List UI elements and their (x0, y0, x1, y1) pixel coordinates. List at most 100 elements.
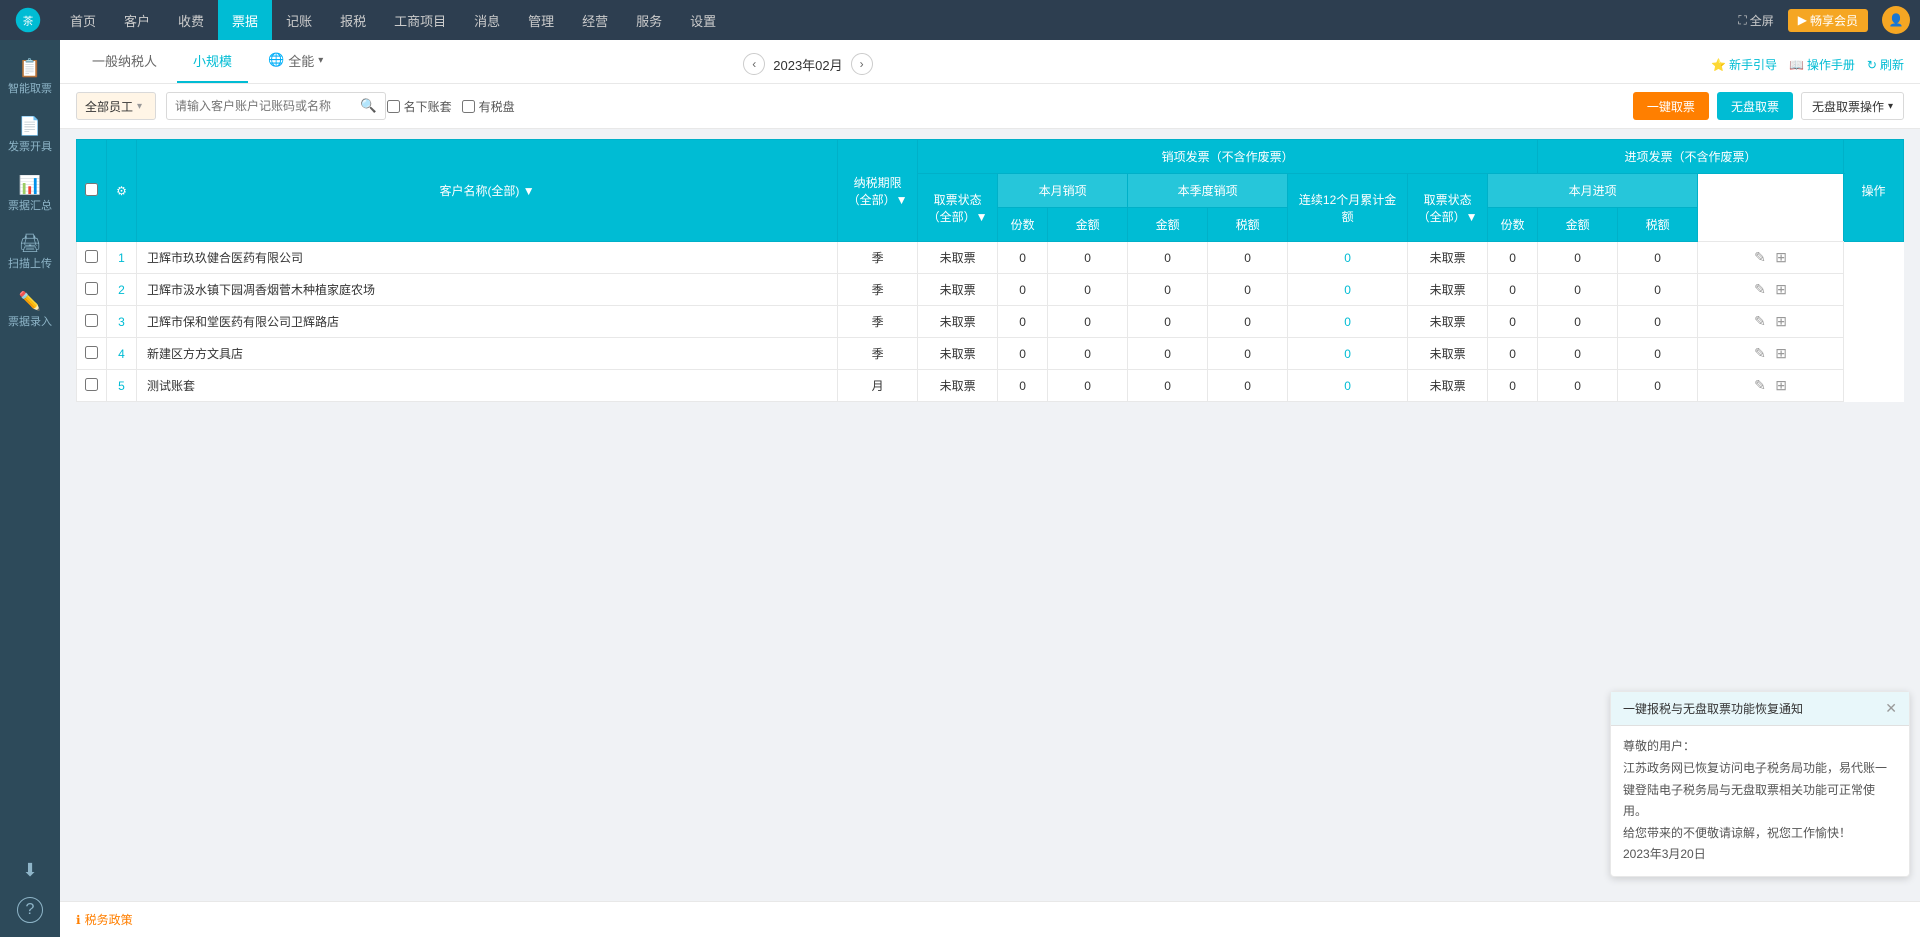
vip-btn[interactable]: ▶ 畅享会员 (1788, 9, 1868, 32)
settings-icon[interactable]: ⚙ (116, 184, 127, 198)
row-fetch-status2: 未取票 (1408, 306, 1488, 338)
notification-close-btn[interactable]: ✕ (1885, 700, 1897, 717)
tax-policy-link[interactable]: 税务政策 (85, 911, 133, 928)
no-disk-fetch-btn[interactable]: 无盘取票 (1717, 92, 1793, 120)
nav-item-operations[interactable]: 经营 (568, 0, 622, 40)
th-season-amount: 金额 (1128, 208, 1208, 242)
nav-item-home[interactable]: 首页 (56, 0, 110, 40)
th-this-month: 本月销项 (998, 174, 1128, 208)
no-disk-ops-btn[interactable]: 无盘取票操作 ▾ (1801, 92, 1904, 120)
row-customer: 测试账套 (137, 370, 838, 402)
detail-icon[interactable]: ⊞ (1775, 377, 1787, 393)
detail-icon[interactable]: ⊞ (1775, 281, 1787, 297)
chevron-down-icon: ▾ (318, 55, 323, 66)
row-checkbox[interactable] (77, 370, 107, 402)
sidebar-item-help[interactable]: ? (17, 897, 43, 923)
row-fetch-status: 未取票 (918, 242, 998, 274)
sidebar-item-smart-fetch[interactable]: 📋 智能取票 (2, 50, 58, 104)
th-this-season: 本季度销项 (1128, 174, 1288, 208)
nav-item-settings[interactable]: 设置 (676, 0, 730, 40)
th-amount3: 金额 (1538, 208, 1618, 242)
row-checkbox[interactable] (77, 306, 107, 338)
date-display: 2023年02月 (773, 55, 842, 74)
row-tax3: 0 (1618, 274, 1698, 306)
row-customer: 新建区方方文具店 (137, 338, 838, 370)
row-checkbox[interactable] (77, 274, 107, 306)
th-copies: 份数 (998, 208, 1048, 242)
row-fetch-status2: 未取票 (1408, 242, 1488, 274)
nav-right: ⛶ 全屏 ▶ 畅享会员 👤 (1738, 6, 1910, 34)
edit-icon[interactable]: ✎ (1754, 377, 1766, 393)
next-month-btn[interactable]: › (851, 53, 873, 75)
new-guide-btn[interactable]: ⭐ 新手引导 (1711, 56, 1777, 73)
detail-icon[interactable]: ⊞ (1775, 345, 1787, 361)
sub-tab-right-actions: ⭐ 新手引导 📖 操作手册 ↻ 刷新 (1711, 56, 1904, 83)
row-checkbox[interactable] (77, 242, 107, 274)
has-tax-check[interactable] (462, 100, 475, 113)
bottom-bar: ℹ 税务政策 (60, 901, 1920, 937)
notification-panel: 一键报税与无盘取票功能恢复通知 ✕ 尊敬的用户：江苏政务网已恢复访问电子税务局功… (1610, 691, 1910, 877)
sidebar-item-issue[interactable]: 📄 发票开具 (2, 108, 58, 162)
refresh-btn[interactable]: ↻ 刷新 (1867, 56, 1904, 73)
chevron-icon: ▾ (137, 101, 142, 112)
one-click-fetch-btn[interactable]: 一键取票 (1633, 92, 1709, 120)
logo[interactable]: 茶 (10, 2, 46, 38)
nav-item-customer[interactable]: 客户 (110, 0, 164, 40)
edit-icon[interactable]: ✎ (1754, 313, 1766, 329)
guide-icon: ⭐ (1711, 58, 1726, 72)
all-tab-icon: 🌐 (268, 52, 284, 68)
smart-fetch-label: 智能取票 (8, 82, 52, 96)
th-customer: 客户名称(全部) ▼ (137, 140, 838, 242)
vip-label: 畅享会员 (1810, 12, 1858, 29)
nav-item-message[interactable]: 消息 (460, 0, 514, 40)
sidebar-item-download[interactable]: ⬇ (2, 852, 58, 889)
edit-icon[interactable]: ✎ (1754, 249, 1766, 265)
sidebar-item-summary[interactable]: 📊 票据汇总 (2, 167, 58, 221)
row-no: 2 (107, 274, 137, 306)
search-button[interactable]: 🔍 (360, 98, 377, 114)
employee-select[interactable]: 全部员工 ▾ (76, 92, 156, 120)
scan-icon: 🖨 (19, 233, 42, 254)
row-cumulative: 0 (1288, 242, 1408, 274)
nav-item-invoice[interactable]: 票据 (218, 0, 272, 40)
nav-item-accounting[interactable]: 记账 (272, 0, 326, 40)
detail-icon[interactable]: ⊞ (1775, 249, 1787, 265)
dropdown-icon: ▾ (1888, 101, 1893, 112)
has-tax-checkbox[interactable]: 有税盘 (462, 98, 515, 115)
sidebar-item-entry[interactable]: ✏️ 票据录入 (2, 283, 58, 337)
prev-month-btn[interactable]: ‹ (743, 53, 765, 75)
th-this-month-purchase: 本月进项 (1488, 174, 1698, 208)
row-actions: ✎ ⊞ (1698, 242, 1844, 274)
own-account-checkbox[interactable]: 名下账套 (387, 98, 452, 115)
th-season-tax: 税额 (1208, 208, 1288, 242)
nav-item-business[interactable]: 工商项目 (380, 0, 460, 40)
nav-item-service[interactable]: 服务 (622, 0, 676, 40)
detail-icon[interactable]: ⊞ (1775, 313, 1787, 329)
edit-icon[interactable]: ✎ (1754, 281, 1766, 297)
sidebar-item-scan[interactable]: 🖨 扫描上传 (2, 225, 58, 279)
row-season-amount: 0 (1128, 306, 1208, 338)
own-account-check[interactable] (387, 100, 400, 113)
search-input[interactable] (166, 92, 386, 120)
nav-item-billing[interactable]: 收费 (164, 0, 218, 40)
select-all-checkbox[interactable] (85, 183, 98, 196)
nav-item-tax[interactable]: 报税 (326, 0, 380, 40)
tab-small[interactable]: 小规模 (177, 40, 248, 83)
row-copies2: 0 (1488, 370, 1538, 402)
manual-btn[interactable]: 📖 操作手册 (1789, 56, 1855, 73)
tab-general[interactable]: 一般纳税人 (76, 40, 173, 83)
th-copies2: 份数 (1488, 208, 1538, 242)
summary-icon: 📊 (19, 175, 41, 196)
edit-icon[interactable]: ✎ (1754, 345, 1766, 361)
notification-header: 一键报税与无盘取票功能恢复通知 ✕ (1611, 692, 1909, 726)
nav-item-manage[interactable]: 管理 (514, 0, 568, 40)
fullscreen-btn[interactable]: ⛶ 全屏 (1738, 12, 1773, 29)
avatar[interactable]: 👤 (1882, 6, 1910, 34)
tab-all[interactable]: 🌐 全能 ▾ (252, 40, 339, 83)
row-tax3: 0 (1618, 370, 1698, 402)
row-checkbox[interactable] (77, 338, 107, 370)
row-customer: 卫辉市保和堂医药有限公司卫辉路店 (137, 306, 838, 338)
fullscreen-label: 全屏 (1750, 12, 1774, 29)
table-row: 5 测试账套 月 未取票 0 0 0 0 0 未取票 0 0 0 ✎ ⊞ (77, 370, 1904, 402)
row-tax-period: 月 (838, 370, 918, 402)
